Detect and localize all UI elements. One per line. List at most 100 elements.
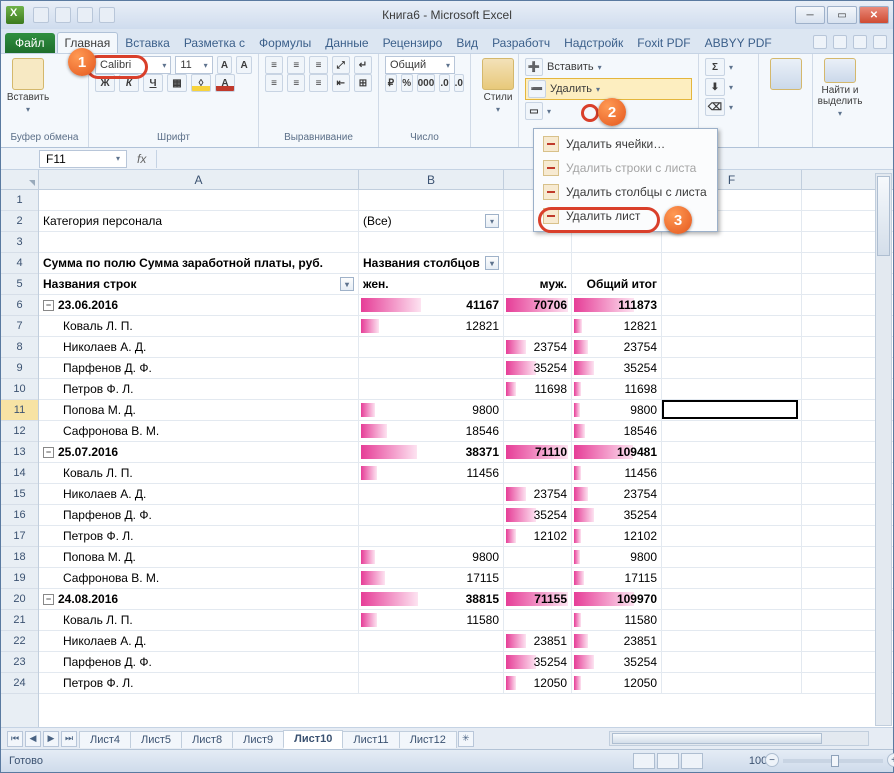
pivot-col-male[interactable]: муж. <box>504 274 572 294</box>
number-format-dropdown[interactable]: Общий▾ <box>385 56 455 74</box>
row-header[interactable]: 17 <box>1 526 38 547</box>
window-restore-icon[interactable] <box>853 35 867 49</box>
cell[interactable] <box>359 379 504 399</box>
tab-insert[interactable]: Вставка <box>118 33 177 53</box>
sort-filter-button[interactable] <box>765 56 807 118</box>
row-header[interactable]: 15 <box>1 484 38 505</box>
cell[interactable]: 12102 <box>572 526 662 546</box>
cell[interactable] <box>662 274 802 294</box>
view-page-layout-button[interactable] <box>657 753 679 769</box>
minimize-ribbon-icon[interactable] <box>813 35 827 49</box>
cell[interactable]: 70706 <box>504 295 572 315</box>
cell[interactable]: 35254 <box>572 505 662 525</box>
zoom-out-button[interactable]: − <box>765 753 779 767</box>
row-header[interactable]: 7 <box>1 316 38 337</box>
cell[interactable]: Петров Ф. Л. <box>39 526 359 546</box>
cell[interactable] <box>662 379 802 399</box>
horizontal-scrollbar[interactable] <box>609 731 869 746</box>
cell[interactable] <box>359 232 504 252</box>
merge-button[interactable]: ⊞ <box>354 74 372 92</box>
help-icon[interactable] <box>833 35 847 49</box>
align-bottom-button[interactable]: ≡ <box>309 56 327 74</box>
underline-button[interactable]: Ч <box>143 74 163 92</box>
cell[interactable]: 35254 <box>504 652 572 672</box>
cell[interactable] <box>504 610 572 630</box>
cell[interactable]: Попова М. Д. <box>39 400 359 420</box>
row-header[interactable]: 21 <box>1 610 38 631</box>
collapse-icon[interactable]: − <box>43 300 54 311</box>
cell[interactable] <box>359 484 504 504</box>
sheet-tab[interactable]: Лист11 <box>342 731 399 748</box>
row-header[interactable]: 19 <box>1 568 38 589</box>
new-sheet-button[interactable]: ✳ <box>458 731 474 747</box>
row-header[interactable]: 11 <box>1 400 38 421</box>
cell[interactable]: 35254 <box>504 505 572 525</box>
row-header[interactable]: 24 <box>1 673 38 694</box>
paste-button[interactable]: Вставить ▾ <box>7 56 49 118</box>
cell[interactable]: 11580 <box>572 610 662 630</box>
cell[interactable]: 12821 <box>359 316 504 336</box>
cell[interactable] <box>662 610 802 630</box>
cell[interactable]: Сафронова В. М. <box>39 568 359 588</box>
cell[interactable] <box>504 253 572 273</box>
cell[interactable]: 12102 <box>504 526 572 546</box>
cell[interactable]: 9800 <box>359 400 504 420</box>
row-header[interactable]: 14 <box>1 463 38 484</box>
tab-developer[interactable]: Разработч <box>485 33 557 53</box>
cell[interactable]: −25.07.2016 <box>39 442 359 462</box>
cell[interactable] <box>359 652 504 672</box>
tab-abbyy-pdf[interactable]: ABBYY PDF <box>698 33 779 53</box>
styles-button[interactable]: Стили ▾ <box>477 56 519 118</box>
sheet-nav-next-icon[interactable]: ▶ <box>43 731 59 747</box>
cell[interactable]: Парфенов Д. Ф. <box>39 358 359 378</box>
tab-addins[interactable]: Надстройк <box>557 33 630 53</box>
comma-button[interactable]: 000 <box>417 74 436 92</box>
cell[interactable]: 11698 <box>504 379 572 399</box>
cell[interactable]: Николаев А. Д. <box>39 337 359 357</box>
zoom-slider[interactable]: − + <box>783 759 883 763</box>
cell[interactable]: 18546 <box>359 421 504 441</box>
tab-review[interactable]: Рецензиро <box>376 33 450 53</box>
cell[interactable] <box>662 463 802 483</box>
cell[interactable] <box>662 253 802 273</box>
cell[interactable]: 9800 <box>359 547 504 567</box>
sheet-nav-last-icon[interactable]: ⏭ <box>61 731 77 747</box>
cell[interactable]: 111873 <box>572 295 662 315</box>
close-button[interactable]: ✕ <box>859 6 889 24</box>
cell[interactable] <box>572 253 662 273</box>
row-header[interactable]: 2 <box>1 211 38 232</box>
cell[interactable]: 11698 <box>572 379 662 399</box>
clear-button[interactable]: ⌫ <box>705 98 725 116</box>
cell[interactable]: 11456 <box>572 463 662 483</box>
cell[interactable] <box>662 505 802 525</box>
cell[interactable]: 17115 <box>359 568 504 588</box>
font-size-dropdown[interactable]: 11▾ <box>175 56 212 74</box>
cell[interactable]: Петров Ф. Л. <box>39 379 359 399</box>
chevron-down-icon[interactable]: ▾ <box>598 63 602 72</box>
cell[interactable]: 18546 <box>572 421 662 441</box>
cell[interactable] <box>662 337 802 357</box>
cell[interactable] <box>662 232 802 252</box>
chevron-down-icon[interactable]: ▾ <box>596 85 600 94</box>
cell[interactable] <box>662 547 802 567</box>
scrollbar-thumb[interactable] <box>877 176 890 256</box>
sheet-nav-first-icon[interactable]: ⏮ <box>7 731 23 747</box>
cell[interactable] <box>662 652 802 672</box>
cell[interactable] <box>662 316 802 336</box>
tab-file[interactable]: Файл <box>5 33 55 53</box>
find-select-button[interactable]: Найти и выделить ▾ <box>819 56 861 118</box>
zoom-in-button[interactable]: + <box>887 753 894 767</box>
pivot-page-value[interactable]: (Все)▾ <box>359 211 504 231</box>
filter-icon[interactable]: ▾ <box>485 214 499 228</box>
cell[interactable] <box>504 463 572 483</box>
select-all-button[interactable] <box>1 170 38 190</box>
cell[interactable] <box>662 589 802 609</box>
cell[interactable] <box>359 358 504 378</box>
row-header[interactable]: 12 <box>1 421 38 442</box>
collapse-icon[interactable]: − <box>43 594 54 605</box>
qat-save-icon[interactable] <box>33 7 49 23</box>
tab-foxit-pdf[interactable]: Foxit PDF <box>630 33 697 53</box>
autosum-button[interactable]: Σ <box>705 58 725 76</box>
row-header[interactable]: 3 <box>1 232 38 253</box>
cell[interactable]: −23.06.2016 <box>39 295 359 315</box>
